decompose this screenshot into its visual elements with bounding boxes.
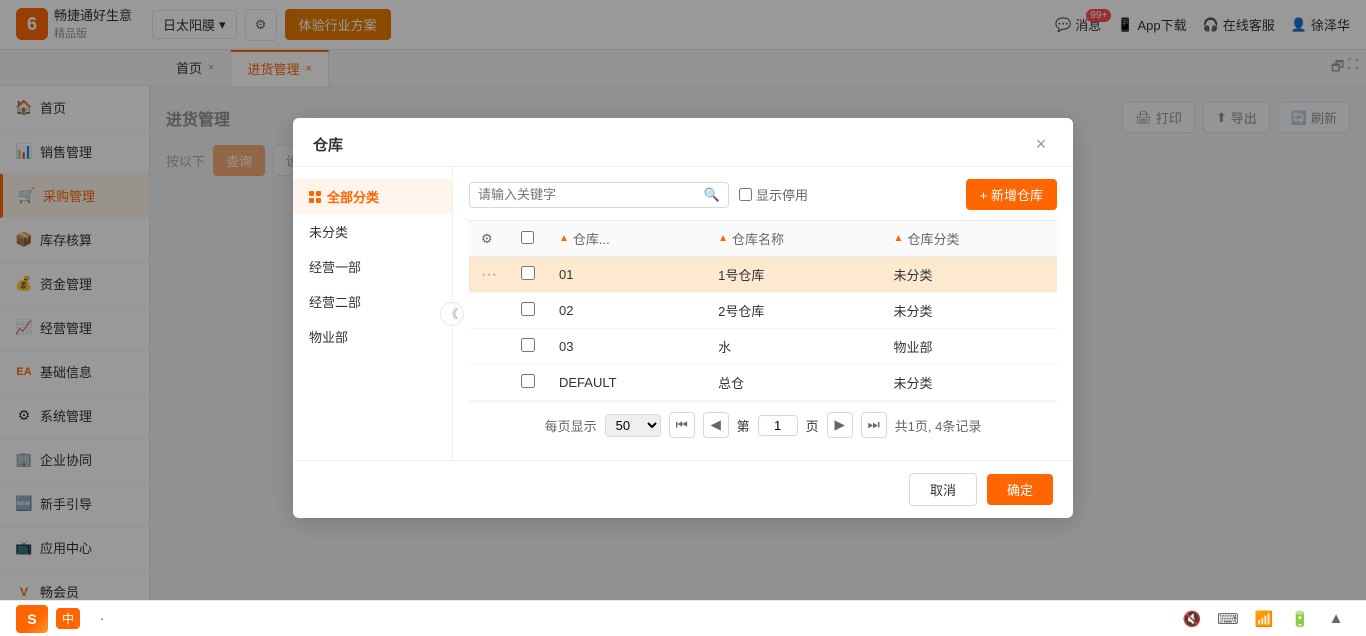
table-toolbar: 🔍 显示停用 + 新增仓库: [469, 179, 1057, 210]
dot-icon: ·: [88, 605, 116, 633]
search-input-wrap[interactable]: 🔍: [469, 182, 729, 208]
table-area: 🔍 显示停用 + 新增仓库 ⚙: [453, 167, 1073, 460]
zh-icon: 中: [56, 608, 80, 629]
cat-unclassified-label: 未分类: [309, 222, 348, 241]
select-all-checkbox[interactable]: [521, 231, 534, 244]
cat-ops-dept2[interactable]: 经营二部: [293, 284, 452, 319]
cat-ops-dept1-label: 经营一部: [309, 257, 361, 276]
row-code-2: 02: [547, 293, 706, 329]
page-input[interactable]: [758, 415, 798, 436]
row-name-2: 2号仓库: [706, 293, 881, 329]
search-icon: 🔍: [704, 187, 720, 203]
wifi-icon[interactable]: 📶: [1250, 605, 1278, 633]
row-actions-1: ···: [469, 257, 509, 293]
row-name-4: 总仓: [706, 365, 881, 401]
row-code-1: 01: [547, 257, 706, 293]
show-disabled-checkbox[interactable]: [739, 188, 752, 201]
cat-all-item[interactable]: 全部分类: [293, 179, 452, 214]
row-name-1: 1号仓库: [706, 257, 881, 293]
table-header-row: ⚙ ▲ 仓库...: [469, 221, 1057, 257]
per-page-select[interactable]: 50 100 200: [605, 414, 661, 437]
bottom-bar: S 中 · 🔇 ⌨ 📶 🔋 ▲: [0, 600, 1366, 636]
row-check-1: [509, 257, 547, 293]
row-category-1: 未分类: [882, 257, 1057, 293]
table-row[interactable]: 02 2号仓库 未分类: [469, 293, 1057, 329]
modal-close-btn[interactable]: ×: [1029, 132, 1053, 156]
battery-icon[interactable]: 🔋: [1286, 605, 1314, 633]
cat-collapse-btn[interactable]: 《: [440, 302, 464, 326]
category-sidebar: 全部分类 《 未分类 经营一部 经营二部 物业部: [293, 167, 453, 460]
per-page-label: 每页显示: [545, 416, 597, 435]
th-category: ▲ 仓库分类: [882, 221, 1057, 257]
warehouse-modal: 仓库 × 全部分类 《 未分类 经营一部: [293, 118, 1073, 518]
pagination-bar: 每页显示 50 100 200 ⏮ ◀ 第 页 ▶ ⏭ 共1页, 4条记录: [469, 401, 1057, 448]
row-code-4: DEFAULT: [547, 365, 706, 401]
row-check-3: [509, 329, 547, 365]
sort-icon: ▲: [559, 233, 569, 244]
close-icon: ×: [1036, 134, 1047, 155]
row-category-2: 未分类: [882, 293, 1057, 329]
row-check-4: [509, 365, 547, 401]
cat-unclassified[interactable]: 未分类: [293, 214, 452, 249]
bottom-left: S 中 ·: [16, 605, 116, 633]
row-category-3: 物业部: [882, 329, 1057, 365]
modal-body: 全部分类 《 未分类 经营一部 经营二部 物业部: [293, 167, 1073, 460]
row-code-3: 03: [547, 329, 706, 365]
row-actions-2: [469, 293, 509, 329]
show-disabled-label[interactable]: 显示停用: [739, 185, 808, 204]
row-actions-3: [469, 329, 509, 365]
row-category-4: 未分类: [882, 365, 1057, 401]
th-code: ▲ 仓库...: [547, 221, 706, 257]
cancel-button[interactable]: 取消: [909, 473, 977, 506]
table-row[interactable]: ··· 01 1号仓库 未分类: [469, 257, 1057, 293]
page-unit: 页: [806, 416, 819, 435]
modal-header: 仓库 ×: [293, 118, 1073, 167]
confirm-button[interactable]: 确定: [987, 474, 1053, 505]
show-disabled-text: 显示停用: [756, 185, 808, 204]
table-row[interactable]: 03 水 物业部: [469, 329, 1057, 365]
cat-ops-dept1[interactable]: 经营一部: [293, 249, 452, 284]
keyboard-icon[interactable]: ⌨: [1214, 605, 1242, 633]
page-label: 第: [737, 416, 750, 435]
row-name-3: 水: [706, 329, 881, 365]
next-page-btn[interactable]: ▶: [827, 412, 853, 438]
modal-footer: 取消 确定: [293, 460, 1073, 518]
cat-property-dept-label: 物业部: [309, 327, 348, 346]
more-icon-1[interactable]: ···: [481, 266, 497, 283]
row-checkbox-3[interactable]: [521, 338, 535, 352]
modal-title: 仓库: [313, 134, 343, 155]
th-gear: ⚙: [469, 221, 509, 257]
add-warehouse-btn[interactable]: + 新增仓库: [966, 179, 1057, 210]
row-actions-4: [469, 365, 509, 401]
row-checkbox-4[interactable]: [521, 374, 535, 388]
mute-icon[interactable]: 🔇: [1178, 605, 1206, 633]
page-total: 共1页, 4条记录: [895, 416, 982, 435]
sort-name-icon: ▲: [718, 233, 728, 244]
last-page-btn[interactable]: ⏭: [861, 412, 887, 438]
row-checkbox-1[interactable]: [521, 266, 535, 280]
s-logo: S: [16, 605, 48, 633]
prev-page-btn[interactable]: ◀: [703, 412, 729, 438]
table-container: ⚙ ▲ 仓库...: [469, 220, 1057, 401]
row-checkbox-2[interactable]: [521, 302, 535, 316]
row-check-2: [509, 293, 547, 329]
cat-all-label: 全部分类: [327, 187, 379, 206]
first-page-btn[interactable]: ⏮: [669, 412, 695, 438]
table-row[interactable]: DEFAULT 总仓 未分类: [469, 365, 1057, 401]
more-icon[interactable]: ▲: [1322, 605, 1350, 633]
cat-ops-dept2-label: 经营二部: [309, 292, 361, 311]
grid-icon: [309, 191, 321, 203]
modal-backdrop: 仓库 × 全部分类 《 未分类 经营一部: [0, 0, 1366, 636]
table-body: ··· 01 1号仓库 未分类: [469, 257, 1057, 401]
cat-property-dept[interactable]: 物业部: [293, 319, 452, 354]
th-name: ▲ 仓库名称: [706, 221, 881, 257]
th-check: [509, 221, 547, 257]
warehouse-table: ⚙ ▲ 仓库...: [469, 220, 1057, 401]
bottom-right: 🔇 ⌨ 📶 🔋 ▲: [1178, 605, 1350, 633]
search-input[interactable]: [478, 187, 698, 202]
sort-cat-icon: ▲: [894, 233, 904, 244]
